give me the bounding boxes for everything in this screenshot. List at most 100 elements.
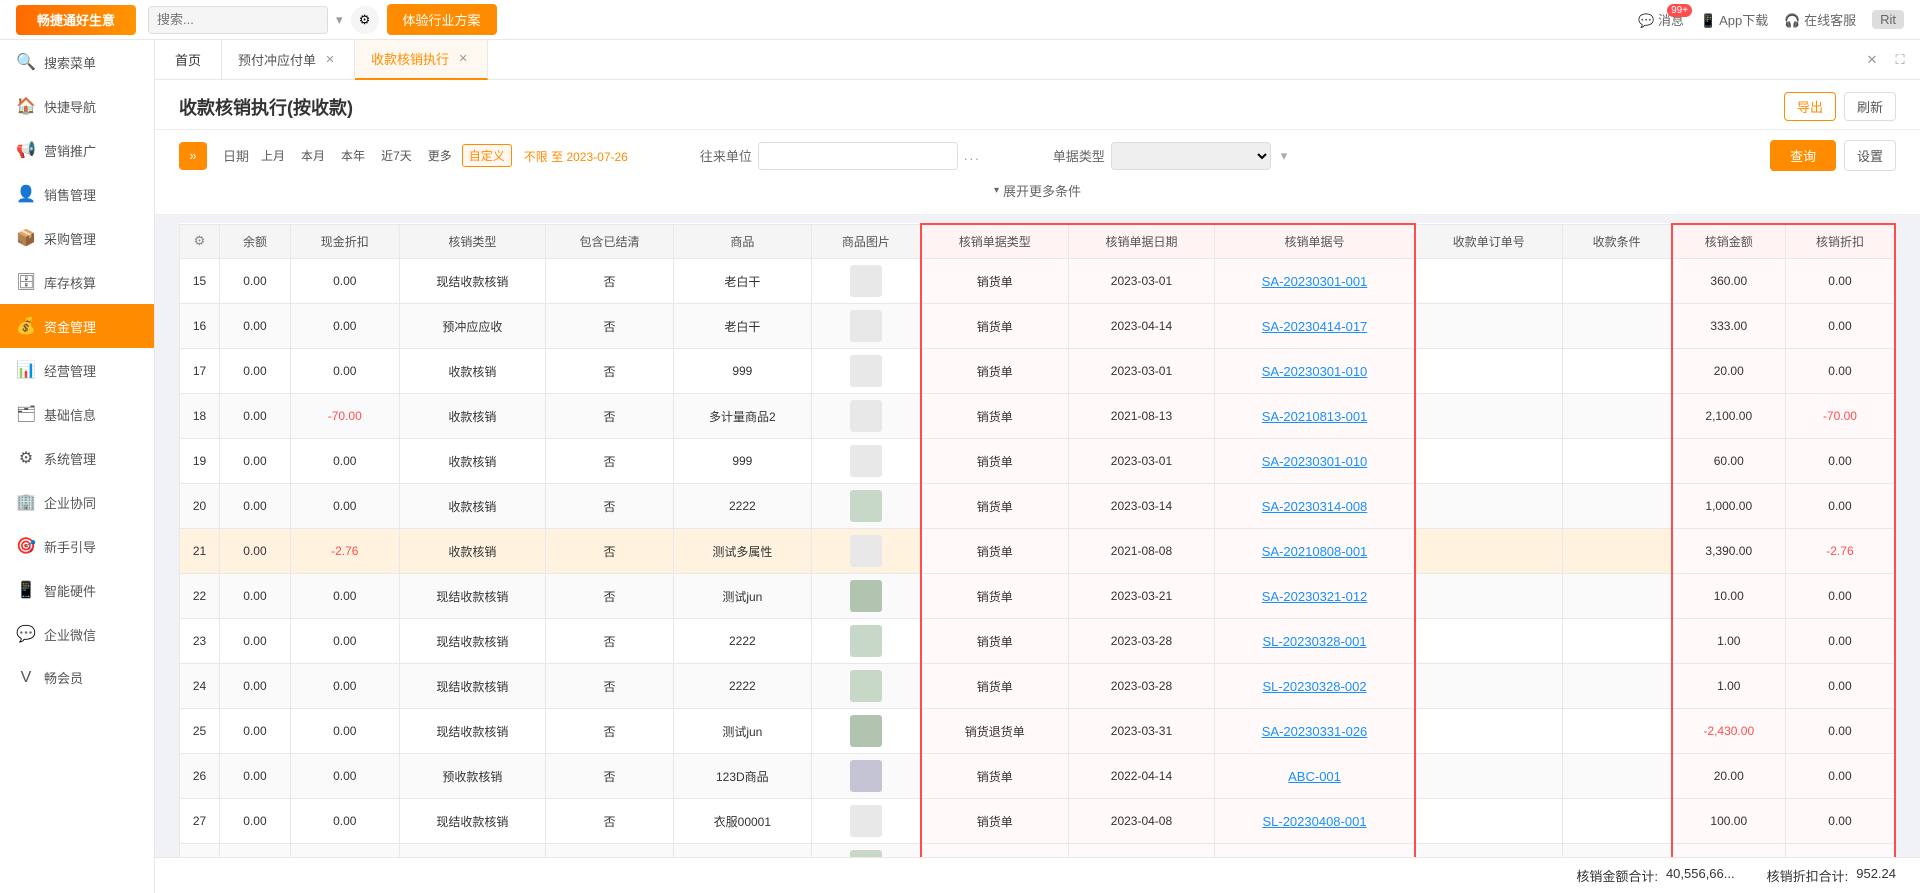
guide-icon: 🎯	[16, 536, 36, 556]
wechat-icon: 💬	[16, 624, 36, 644]
tab-close-collection[interactable]: ✕	[455, 51, 471, 67]
doc-no-link[interactable]: SA-20210813-001	[1262, 409, 1368, 424]
table-row: 270.000.00现结收款核销否衣服00001销货单2023-04-08SL-…	[180, 799, 1896, 844]
sidebar-item-sales[interactable]: 👤 销售管理	[0, 172, 154, 216]
maximize-button[interactable]: ⛶	[1888, 48, 1912, 72]
doc-no-link[interactable]: SA-20230321-012	[1262, 589, 1368, 604]
table-body: 150.000.00现结收款核销否老白干销货单2023-03-01SA-2023…	[180, 259, 1896, 858]
sidebar-item-search[interactable]: 🔍 搜索菜单	[0, 40, 154, 84]
col-doc-date: 核销单据日期	[1068, 224, 1215, 259]
doc-no-link[interactable]: SA-20230331-026	[1262, 724, 1368, 739]
sidebar-item-marketing[interactable]: 📢 营销推广	[0, 128, 154, 172]
tabbar-controls: ✕ ⛶	[1860, 48, 1920, 72]
col-type: 核销类型	[399, 224, 546, 259]
footer-totals: 核销金额合计: 40,556,66... 核销折扣合计: 952.24	[1576, 866, 1896, 885]
message-badge: 99+	[1667, 4, 1692, 17]
doc-no-link[interactable]: SA-20230301-010	[1262, 364, 1368, 379]
date-more[interactable]: 更多	[422, 145, 458, 166]
doc-no-link[interactable]: SL-20230328-001	[1262, 634, 1366, 649]
close-window-button[interactable]: ✕	[1860, 48, 1884, 72]
footer-discount-label: 核销折扣合计:	[1767, 866, 1849, 885]
online-service-link[interactable]: 🎧 在线客服	[1784, 10, 1856, 29]
sidebar-item-quicknav[interactable]: 🏠 快捷导航	[0, 84, 154, 128]
doc-no-link[interactable]: SL-20230328-002	[1262, 679, 1366, 694]
table-row: 280.000.00现结收款核销否2222销货单2023-04-18SL-202…	[180, 844, 1896, 858]
main-content: 首页 预付冲应付单 ✕ 收款核销执行 ✕ ✕ ⛶ 收款核销执行(按收款) 导出 …	[155, 40, 1920, 893]
refresh-button[interactable]: 刷新	[1844, 92, 1896, 121]
filter-collapse-button[interactable]: »	[179, 142, 207, 170]
vip-icon: V	[16, 669, 36, 687]
sidebar-item-system[interactable]: ⚙ 系统管理	[0, 436, 154, 480]
counterpart-input[interactable]	[758, 142, 958, 170]
user-avatar[interactable]: Rit	[1872, 10, 1904, 29]
doc-no-link[interactable]: SA-20230301-001	[1262, 274, 1368, 289]
export-button[interactable]: 导出	[1784, 92, 1836, 121]
sidebar-item-management[interactable]: 📊 经营管理	[0, 348, 154, 392]
sidebar-item-guide[interactable]: 🎯 新手引导	[0, 524, 154, 568]
setting-button[interactable]: 设置	[1844, 140, 1896, 171]
hardware-icon: 📱	[16, 580, 36, 600]
select-dropdown-icon: ▾	[1281, 148, 1288, 164]
col-product: 商品	[673, 224, 811, 259]
sidebar-item-hardware[interactable]: 📱 智能硬件	[0, 568, 154, 612]
filter-counterpart: 往来单位 ...	[700, 142, 981, 170]
topbar-gear-icon[interactable]: ⚙	[351, 6, 379, 34]
sidebar: 🔍 搜索菜单 🏠 快捷导航 📢 营销推广 👤 销售管理 📦 采购管理 🗄 库存核…	[0, 40, 155, 893]
table-row: 190.000.00收款核销否999销货单2023-03-01SA-202303…	[180, 439, 1896, 484]
tabbar: 首页 预付冲应付单 ✕ 收款核销执行 ✕ ✕ ⛶	[155, 40, 1920, 80]
footer-discount-value: 952.24	[1856, 866, 1896, 885]
message-button[interactable]: 💬 消息 99+	[1638, 10, 1684, 29]
date-last-month[interactable]: 上月	[255, 145, 291, 166]
slip-type-select[interactable]: 销货单 销货退货单	[1111, 142, 1271, 170]
expand-more-button[interactable]: ▾ 展开更多条件	[994, 177, 1081, 204]
date-7days[interactable]: 近7天	[375, 145, 418, 166]
counterpart-dots: ...	[964, 148, 981, 163]
doc-no-link[interactable]: SA-20210808-001	[1262, 544, 1368, 559]
date-this-month[interactable]: 本月	[295, 145, 331, 166]
sidebar-item-vip[interactable]: V 畅会员	[0, 656, 154, 699]
tab-home[interactable]: 首页	[155, 40, 222, 80]
sidebar-item-purchase[interactable]: 📦 采购管理	[0, 216, 154, 260]
table-row: 240.000.00现结收款核销否2222销货单2023-03-28SL-202…	[180, 664, 1896, 709]
table-row: 150.000.00现结收款核销否老白干销货单2023-03-01SA-2023…	[180, 259, 1896, 304]
page-actions: 导出 刷新	[1784, 92, 1896, 121]
table-header-row: ⚙ 余额 现金折扣 核销类型 包含已结清 商品 商品图片 核销单据类型 核销单据…	[180, 224, 1896, 259]
table-container[interactable]: ⚙ 余额 现金折扣 核销类型 包含已结清 商品 商品图片 核销单据类型 核销单据…	[155, 215, 1920, 857]
doc-no-link[interactable]: SA-20230414-017	[1262, 319, 1368, 334]
tab-prepaid[interactable]: 预付冲应付单 ✕	[222, 40, 355, 80]
doc-no-link[interactable]: SL-20230408-001	[1262, 814, 1366, 829]
topbar-right: 💬 消息 99+ 📱 App下载 🎧 在线客服 Rit	[1638, 10, 1904, 29]
counterpart-label: 往来单位	[700, 146, 752, 165]
filter-action-buttons: 查询 设置	[1770, 140, 1896, 171]
system-icon: ⚙	[16, 448, 36, 468]
table-row: 250.000.00现结收款核销否测试jun销货退货单2023-03-31SA-…	[180, 709, 1896, 754]
footer-amount-label: 核销金额合计:	[1576, 866, 1658, 885]
tab-close-prepaid[interactable]: ✕	[322, 52, 338, 68]
col-settings[interactable]: ⚙	[180, 224, 220, 259]
doc-no-link[interactable]: ABC-001	[1288, 769, 1341, 784]
sales-icon: 👤	[16, 184, 36, 204]
date-nav: 上月 本月 本年 近7天 更多 自定义	[255, 144, 512, 167]
date-this-year[interactable]: 本年	[335, 145, 371, 166]
sidebar-item-inventory[interactable]: 🗄 库存核算	[0, 260, 154, 304]
sidebar-item-corp[interactable]: 🏢 企业协同	[0, 480, 154, 524]
topbar-search-input[interactable]	[148, 6, 328, 34]
app-download-link[interactable]: 📱 App下载	[1700, 10, 1768, 29]
col-discount: 核销折扣	[1785, 224, 1895, 259]
chevron-down-icon: ▾	[994, 185, 999, 196]
sidebar-item-wechat[interactable]: 💬 企业微信	[0, 612, 154, 656]
topbar-dropdown-icon[interactable]: ▾	[336, 12, 343, 28]
solution-button[interactable]: 体验行业方案	[387, 4, 497, 35]
table-row: 230.000.00现结收款核销否2222销货单2023-03-28SL-202…	[180, 619, 1896, 664]
sidebar-item-basics[interactable]: 🗂 基础信息	[0, 392, 154, 436]
sidebar-item-finance[interactable]: 💰 资金管理	[0, 304, 154, 348]
date-custom[interactable]: 自定义	[462, 144, 512, 167]
inventory-icon: 🗄	[16, 272, 36, 292]
tab-collection[interactable]: 收款核销执行 ✕	[355, 40, 488, 80]
doc-no-link[interactable]: SA-20230301-010	[1262, 454, 1368, 469]
table-row: 210.00-2.76收款核销否测试多属性销货单2021-08-08SA-202…	[180, 529, 1896, 574]
col-cash-discount: 现金折扣	[290, 224, 399, 259]
date-range: 不限 至 2023-07-26	[524, 148, 628, 165]
query-button[interactable]: 查询	[1770, 140, 1836, 171]
doc-no-link[interactable]: SA-20230314-008	[1262, 499, 1368, 514]
